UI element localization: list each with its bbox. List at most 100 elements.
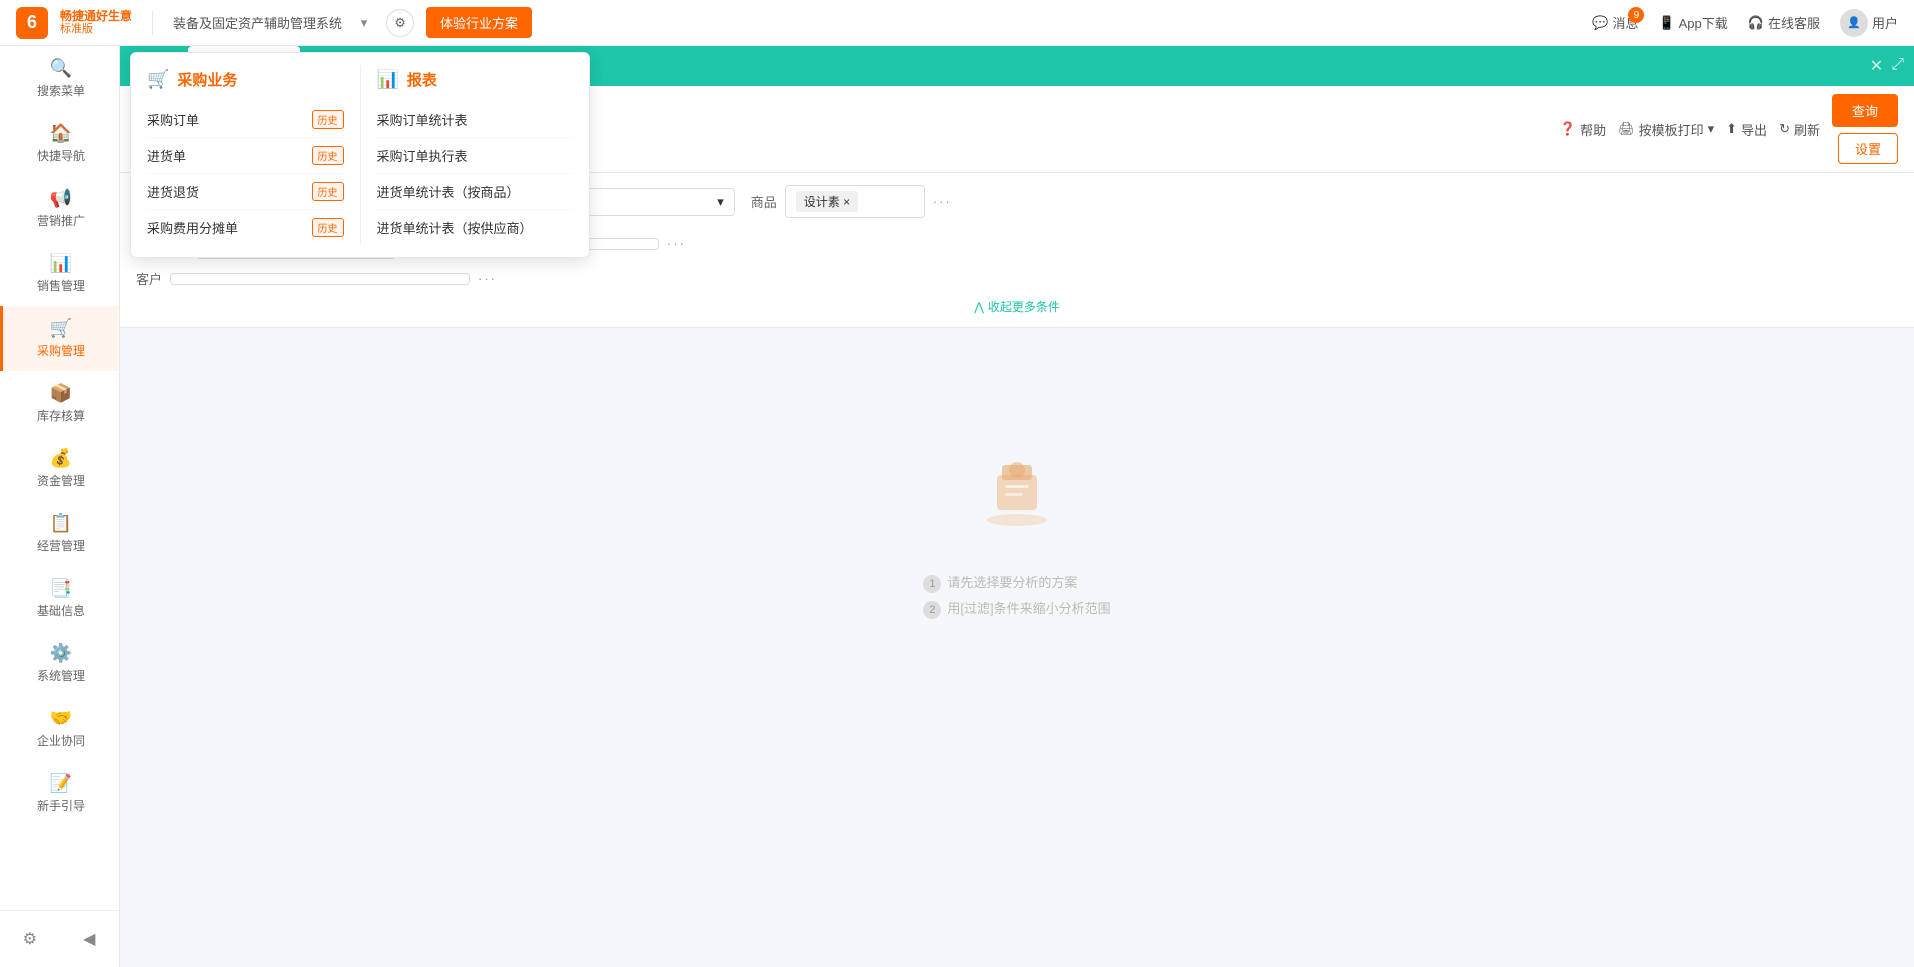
- messages-btn[interactable]: 💬 消息 9: [1592, 13, 1638, 32]
- hist-badge-2[interactable]: 历史: [312, 182, 344, 201]
- sidebar-item-label: 搜索菜单: [37, 82, 85, 99]
- dropdown-col-report-title: 📊 报表: [377, 65, 574, 102]
- settings-btn[interactable]: ⚙: [386, 9, 414, 37]
- status-dropdown-icon: ▾: [717, 194, 724, 210]
- app-download-btn[interactable]: 📱 App下载: [1658, 13, 1727, 32]
- sidebar-item-label: 资金管理: [37, 472, 85, 489]
- sidebar-item-label: 采购管理: [37, 342, 85, 359]
- avatar: 👤: [1840, 9, 1868, 37]
- customer-select[interactable]: [170, 273, 470, 285]
- export-btn[interactable]: ⬆ 导出: [1726, 120, 1767, 139]
- report-col-icon: 📊: [377, 69, 399, 90]
- sidebar-item-newguide[interactable]: 📝 新手引导: [0, 761, 119, 826]
- sidebar-item-label: 销售管理: [37, 277, 85, 294]
- phone-icon: 📱: [1658, 15, 1674, 31]
- newguide-icon: 📝: [50, 773, 72, 794]
- purchase-dropdown-menu: 🛒 采购业务 采购订单 历史 进货单 历史 进货退货 历史: [130, 52, 590, 258]
- hist-badge-0[interactable]: 历史: [312, 110, 344, 129]
- dropdown-item-incoming-supplier[interactable]: 进货单统计表（按供应商）: [377, 210, 574, 245]
- collapse-up-icon: ⋀: [974, 300, 984, 314]
- sidebar-item-enterprise[interactable]: 🤝 企业协同: [0, 696, 119, 761]
- sidebar-item-finance[interactable]: 💰 资金管理: [0, 436, 119, 501]
- top-bar-right: 💬 消息 9 📱 App下载 🎧 在线客服 👤 用户: [1592, 9, 1898, 37]
- purchase-col-icon: 🛒: [147, 69, 169, 90]
- print-dropdown-icon: ▾: [1708, 121, 1715, 137]
- system-dropdown-btn[interactable]: ▾: [354, 13, 374, 33]
- sidebar-item-label: 系统管理: [37, 667, 85, 684]
- finance-icon: 💰: [50, 448, 72, 469]
- sidebar-item-label: 快捷导航: [37, 147, 85, 164]
- user-btn[interactable]: 👤 用户: [1840, 9, 1898, 37]
- sidebar-item-sales[interactable]: 📊 销售管理: [0, 241, 119, 306]
- goods-label: 商品: [751, 192, 777, 211]
- query-btn[interactable]: 查询: [1832, 94, 1898, 127]
- dropdown-col-purchase-title: 🛒 采购业务: [147, 65, 344, 102]
- sidebar-item-purchase[interactable]: 🛒 采购管理: [0, 306, 119, 371]
- dropdown-item-incoming[interactable]: 进货单 历史: [147, 138, 344, 174]
- customer-label: 客户: [136, 269, 162, 288]
- main-layout: 🔍 搜索菜单 🏠 快捷导航 📢 营销推广 📊 销售管理 🛒 采购管: [0, 46, 1914, 967]
- content-area: 首页 销售排行榜 ✕ ✕ ⤢ ❓ 帮助: [120, 46, 1914, 967]
- sidebar-item-label: 经营管理: [37, 537, 85, 554]
- hist-badge-3[interactable]: 历史: [312, 218, 344, 237]
- online-service-btn[interactable]: 🎧 在线客服: [1748, 13, 1820, 32]
- sidebar-item-system[interactable]: ⚙️ 系统管理: [0, 631, 119, 696]
- enterprise-icon: 🤝: [50, 708, 72, 729]
- goods-select[interactable]: 设计素 ×: [785, 185, 925, 218]
- sidebar-settings-btn[interactable]: ⚙: [14, 923, 46, 955]
- dropdown-col-purchase: 🛒 采购业务 采购订单 历史 进货单 历史 进货退货 历史: [131, 65, 360, 245]
- staff-more-dots[interactable]: ···: [667, 236, 686, 251]
- message-icon: 💬: [1592, 15, 1608, 31]
- dropdown-item-fee[interactable]: 采购费用分摊单 历史: [147, 210, 344, 245]
- dropdown-item-order-stat[interactable]: 采购订单统计表: [377, 102, 574, 138]
- print-icon: 🖨: [1618, 121, 1635, 137]
- sidebar-item-search[interactable]: 🔍 搜索菜单: [0, 46, 119, 111]
- search-icon: 🔍: [50, 58, 72, 79]
- sidebar-collapse-btn[interactable]: ◀: [73, 923, 105, 955]
- help-icon: ❓: [1560, 121, 1576, 137]
- sidebar-item-label: 企业协同: [37, 732, 85, 749]
- goods-tag: 设计素 ×: [796, 191, 858, 212]
- dropdown-item-incoming-goods[interactable]: 进货单统计表（按商品）: [377, 174, 574, 210]
- divider: [152, 11, 153, 35]
- tab-expand-icon[interactable]: ⤢: [1891, 56, 1904, 76]
- sidebar-item-inventory[interactable]: 📦 库存核算: [0, 371, 119, 436]
- industry-btn[interactable]: 体验行业方案: [426, 7, 532, 38]
- goods-more-dots[interactable]: ···: [933, 194, 952, 209]
- empty-state: 1请先选择要分析的方案 2用[过滤]条件来缩小分析范围: [120, 328, 1914, 728]
- sidebar-item-label: 库存核算: [37, 407, 85, 424]
- hist-badge-1[interactable]: 历史: [312, 146, 344, 165]
- dropdown-item-return[interactable]: 进货退货 历史: [147, 174, 344, 210]
- inventory-icon: 📦: [50, 383, 72, 404]
- tab-close-all-icon[interactable]: ✕: [1870, 56, 1883, 76]
- sidebar-bottom: ⚙ ◀: [0, 910, 119, 967]
- app-name: 畅捷通好生意: [60, 9, 132, 23]
- sidebar-item-operation[interactable]: 📋 经营管理: [0, 501, 119, 566]
- system-icon: ⚙️: [50, 643, 72, 664]
- goods-filter: 商品 设计素 × ···: [751, 185, 952, 218]
- empty-tips: 1请先选择要分析的方案 2用[过滤]条件来缩小分析范围: [923, 570, 1110, 622]
- top-bar-left: 6 畅捷通好生意 标准版 装备及固定资产辅助管理系统 ▾ ⚙ 体验行业方案: [16, 7, 1592, 39]
- help-btn[interactable]: ❓ 帮助: [1560, 120, 1606, 139]
- marketing-icon: 📢: [50, 188, 72, 209]
- customer-more-dots[interactable]: ···: [478, 271, 497, 286]
- setting-btn[interactable]: 设置: [1838, 133, 1898, 164]
- refresh-btn[interactable]: ↻ 刷新: [1779, 120, 1820, 139]
- sidebar-item-label: 新手引导: [37, 797, 85, 814]
- sidebar-item-label: 基础信息: [37, 602, 85, 619]
- sidebar: 🔍 搜索菜单 🏠 快捷导航 📢 营销推广 📊 销售管理 🛒 采购管: [0, 46, 120, 967]
- dropdown-item-purchase-order[interactable]: 采购订单 历史: [147, 102, 344, 138]
- app-version: 标准版: [60, 23, 132, 36]
- dropdown-item-order-exec[interactable]: 采购订单执行表: [377, 138, 574, 174]
- customer-filter: 客户 ···: [136, 269, 497, 288]
- sidebar-item-marketing[interactable]: 📢 营销推广: [0, 176, 119, 241]
- sidebar-item-quick[interactable]: 🏠 快捷导航: [0, 111, 119, 176]
- empty-illustration: [967, 435, 1067, 554]
- collapse-btn[interactable]: ⋀ 收起更多条件: [136, 298, 1898, 315]
- headset-icon: 🎧: [1748, 15, 1764, 31]
- print-btn[interactable]: 🖨 按模板打印 ▾: [1618, 120, 1714, 139]
- sales-icon: 📊: [50, 253, 72, 274]
- app-container: 6 畅捷通好生意 标准版 装备及固定资产辅助管理系统 ▾ ⚙ 体验行业方案 💬 …: [0, 0, 1914, 967]
- tab-bar-right: ✕ ⤢: [1870, 56, 1904, 76]
- sidebar-item-basic[interactable]: 📑 基础信息: [0, 566, 119, 631]
